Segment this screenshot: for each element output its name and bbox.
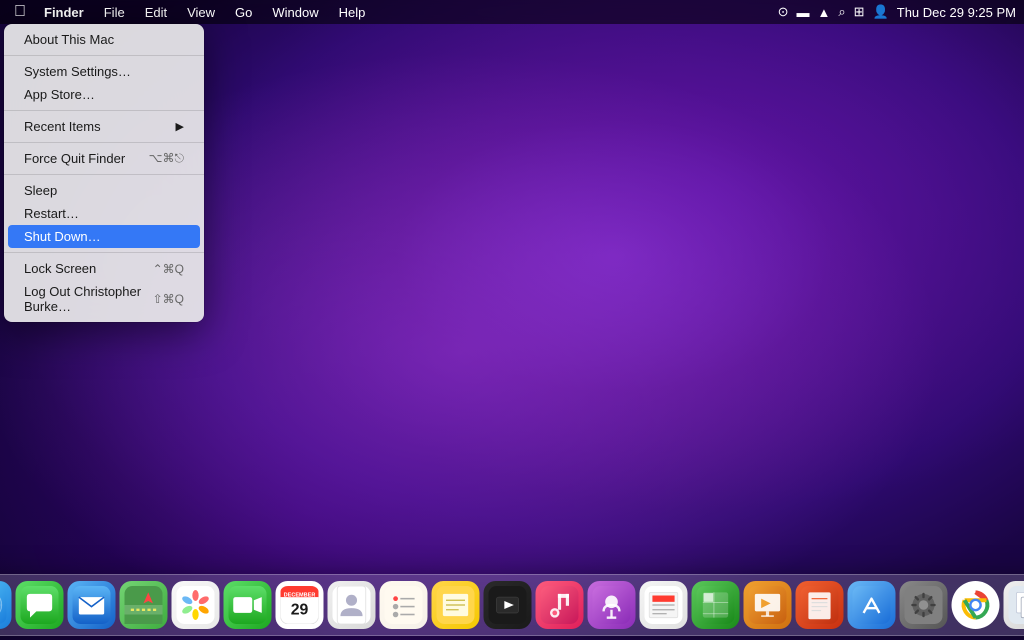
dock-item-news[interactable] (640, 581, 688, 629)
menubar-file[interactable]: File (96, 3, 133, 22)
menubar-right: ⊙ ▬ ▲ ⌕ ⊞ 👤 Thu Dec 29 9:25 PM (778, 4, 1016, 20)
svg-text:DECEMBER: DECEMBER (284, 592, 316, 598)
menubar-help[interactable]: Help (331, 3, 374, 22)
dock-item-photos[interactable] (172, 581, 220, 629)
dock-item-systemprefs[interactable] (900, 581, 948, 629)
dock-item-safari[interactable] (0, 581, 12, 629)
menubar-edit[interactable]: Edit (137, 3, 175, 22)
dock-item-numbers[interactable] (692, 581, 740, 629)
search-icon[interactable]: ⌕ (838, 4, 845, 20)
menu-item-force-quit[interactable]: Force Quit Finder ⌥⌘⎋ (8, 147, 200, 170)
battery-icon[interactable]: ▬ (797, 5, 810, 20)
lock-screen-shortcut: ⌃⌘Q (153, 262, 184, 276)
datetime-display[interactable]: Thu Dec 29 9:25 PM (897, 5, 1016, 20)
apple-menu-dropdown: About This Mac System Settings… App Stor… (4, 24, 204, 322)
menu-item-recent-items[interactable]: Recent Items ▶ (8, 115, 200, 138)
desktop:  Finder File Edit View Go Window Help ⊙… (0, 0, 1024, 640)
menu-item-app-store[interactable]: App Store… (8, 83, 200, 106)
menu-item-shut-down[interactable]: Shut Down… (8, 225, 200, 248)
force-quit-shortcut: ⌥⌘⎋ (149, 151, 184, 166)
menubar-window[interactable]: Window (264, 3, 326, 22)
dock-item-reminders[interactable] (380, 581, 428, 629)
menubar-finder[interactable]: Finder (36, 3, 92, 22)
menu-separator-2 (4, 110, 204, 111)
wifi-signal-icon[interactable]: ▲ (818, 5, 831, 20)
menubar-view[interactable]: View (179, 3, 223, 22)
user-icon[interactable]: 👤 (873, 4, 889, 20)
dock-item-appstore[interactable] (848, 581, 896, 629)
menu-separator-5 (4, 252, 204, 253)
menu-separator-3 (4, 142, 204, 143)
dock-item-keynote[interactable] (744, 581, 792, 629)
menu-item-sleep[interactable]: Sleep (8, 179, 200, 202)
dock-item-appletv[interactable] (484, 581, 532, 629)
menu-item-system-settings[interactable]: System Settings… (8, 60, 200, 83)
dock-item-pages[interactable] (796, 581, 844, 629)
menu-item-log-out[interactable]: Log Out Christopher Burke… ⇧⌘Q (8, 280, 200, 318)
menubar-go[interactable]: Go (227, 3, 260, 22)
wifi-icon[interactable]: ⊙ (778, 4, 789, 20)
dock-item-calendar[interactable]: 29 DECEMBER (276, 581, 324, 629)
dock-item-podcasts[interactable] (588, 581, 636, 629)
menubar-left:  Finder File Edit View Go Window Help (8, 1, 373, 23)
menu-separator-1 (4, 55, 204, 56)
control-center-icon[interactable]: ⊞ (854, 4, 865, 20)
svg-text:29: 29 (291, 602, 309, 619)
dock-item-maps[interactable] (120, 581, 168, 629)
menu-item-restart[interactable]: Restart… (8, 202, 200, 225)
dock-item-chrome[interactable] (952, 581, 1000, 629)
dock-item-preview[interactable] (1004, 581, 1024, 629)
dock: 29 DECEMBER (0, 574, 1024, 636)
dock-item-facetime[interactable] (224, 581, 272, 629)
apple-menu-button[interactable]:  (8, 1, 32, 23)
menu-item-lock-screen[interactable]: Lock Screen ⌃⌘Q (8, 257, 200, 280)
submenu-arrow-icon: ▶ (176, 120, 184, 133)
menu-item-about[interactable]: About This Mac (8, 28, 200, 51)
menu-separator-4 (4, 174, 204, 175)
dock-item-messages[interactable] (16, 581, 64, 629)
dock-item-music[interactable] (536, 581, 584, 629)
menubar:  Finder File Edit View Go Window Help ⊙… (0, 0, 1024, 24)
log-out-shortcut: ⇧⌘Q (153, 292, 184, 306)
dock-item-mail[interactable] (68, 581, 116, 629)
dock-item-notes[interactable] (432, 581, 480, 629)
dock-item-contacts[interactable] (328, 581, 376, 629)
